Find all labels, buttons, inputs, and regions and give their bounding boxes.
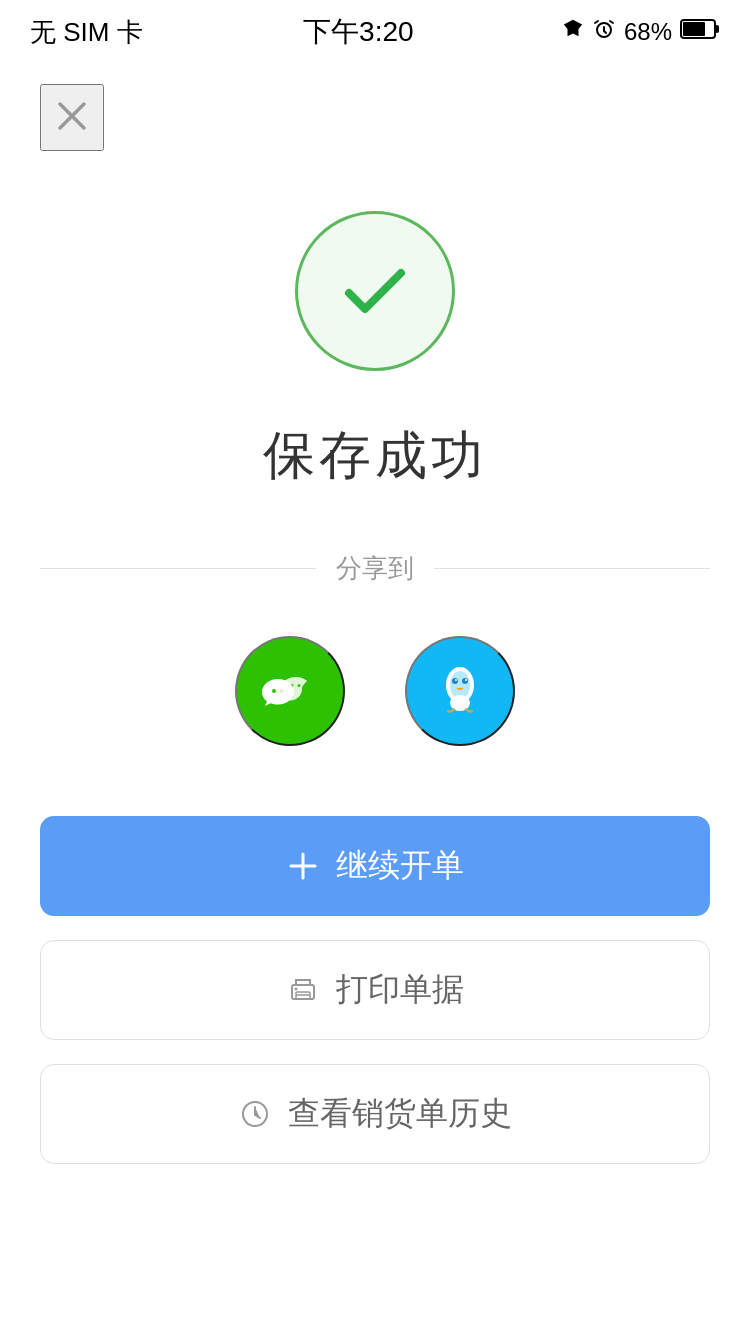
history-button[interactable]: 查看销货单历史 <box>40 1064 710 1164</box>
share-divider: 分享到 <box>40 551 710 586</box>
print-button[interactable]: 打印单据 <box>40 940 710 1040</box>
status-right: 68% <box>562 17 720 47</box>
status-bar: 无 SIM 卡 下午3:20 68% <box>0 0 750 64</box>
continue-button[interactable]: 继续开单 <box>40 816 710 916</box>
svg-rect-3 <box>715 25 719 33</box>
svg-point-10 <box>462 678 468 684</box>
svg-point-19 <box>295 988 298 991</box>
status-time: 下午3:20 <box>303 13 414 51</box>
location-icon <box>562 18 584 46</box>
clock-icon <box>238 1097 272 1131</box>
svg-point-12 <box>465 679 467 681</box>
svg-point-13 <box>450 695 470 711</box>
close-button[interactable] <box>40 84 104 151</box>
share-wechat-button[interactable] <box>235 636 345 746</box>
print-label: 打印单据 <box>336 968 464 1012</box>
history-label: 查看销货单历史 <box>288 1092 512 1136</box>
divider-line-left <box>40 568 316 569</box>
battery-label: 68% <box>624 18 672 46</box>
share-icons-container <box>235 636 515 746</box>
sim-label: 无 SIM 卡 <box>30 15 143 50</box>
svg-point-8 <box>450 671 470 699</box>
continue-label: 继续开单 <box>336 844 464 888</box>
success-icon-circle <box>295 211 455 371</box>
share-label: 分享到 <box>336 551 414 586</box>
share-qq-button[interactable] <box>405 636 515 746</box>
divider-line-right <box>434 568 710 569</box>
svg-point-11 <box>455 679 457 681</box>
printer-icon <box>286 973 320 1007</box>
battery-icon <box>680 18 720 46</box>
alarm-icon <box>592 17 616 47</box>
svg-rect-2 <box>683 22 705 36</box>
qq-icon <box>428 659 492 723</box>
success-title: 保存成功 <box>263 421 487 491</box>
main-content: 保存成功 分享到 <box>0 64 750 1164</box>
svg-point-9 <box>452 678 458 684</box>
status-left: 无 SIM 卡 <box>30 15 155 50</box>
action-buttons-container: 继续开单 打印单据 查看销货单历史 <box>40 816 710 1164</box>
checkmark-icon <box>335 251 415 331</box>
wechat-icon <box>258 659 322 723</box>
plus-icon <box>286 849 320 883</box>
